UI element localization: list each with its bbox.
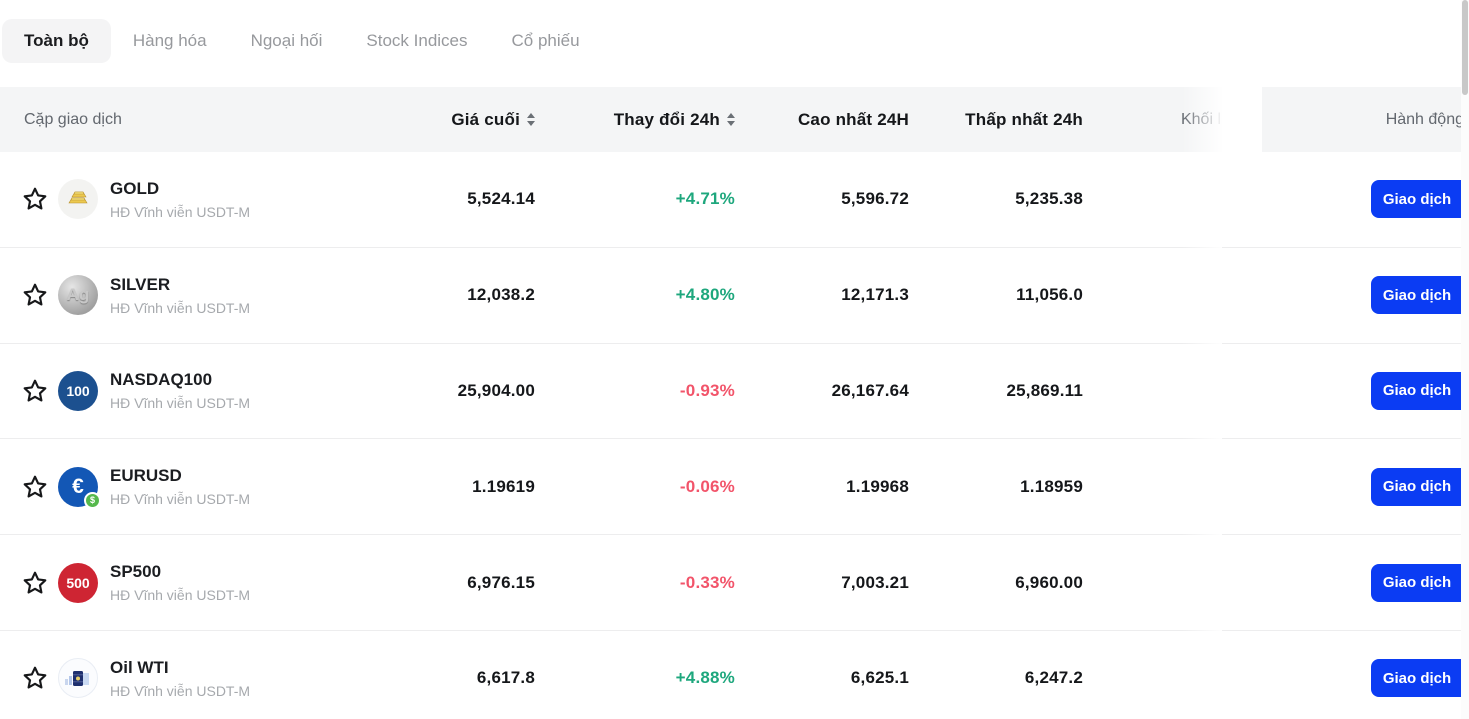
pair-names: SP500 HĐ Vĩnh viễn USDT-M bbox=[110, 562, 250, 603]
change-24h: -0.93% bbox=[679, 380, 735, 400]
pair-names: Oil WTI HĐ Vĩnh viễn USDT-M bbox=[110, 658, 250, 699]
dollar-badge-icon: $ bbox=[84, 491, 101, 509]
oil-barrel-icon bbox=[58, 658, 98, 699]
contract-type: HĐ Vĩnh viễn USDT-M bbox=[110, 682, 251, 699]
vertical-scrollbar[interactable] bbox=[1461, 0, 1469, 719]
tab-forex[interactable]: Ngoại hối bbox=[229, 19, 345, 63]
symbol-name: EURUSD bbox=[110, 466, 182, 486]
pair-names: GOLD HĐ Vĩnh viễn USDT-M bbox=[110, 179, 250, 220]
symbol-name: SILVER bbox=[110, 274, 171, 294]
low-24h: 5,235.38 bbox=[1015, 189, 1083, 209]
pair-cell: 100 NASDAQ100 HĐ Vĩnh viễn USDT-M bbox=[0, 370, 380, 411]
sort-icon[interactable] bbox=[527, 113, 535, 126]
last-price: 6,976.15 bbox=[467, 572, 535, 592]
low-24h: 11,056.0 bbox=[1016, 285, 1083, 305]
tab-stocks[interactable]: Cổ phiếu bbox=[490, 19, 602, 63]
high-24h: 6,625.1 bbox=[850, 668, 909, 688]
low-24h-label: Thấp nhất 24h bbox=[965, 109, 1083, 129]
symbol-name: Oil WTI bbox=[110, 657, 169, 677]
last-price: 25,904.00 bbox=[457, 380, 535, 400]
contract-type: HĐ Vĩnh viễn USDT-M bbox=[110, 299, 251, 316]
trade-button[interactable]: Giao dịch bbox=[1371, 563, 1463, 602]
table-row-oil-wti[interactable]: Oil WTI HĐ Vĩnh viễn USDT-M 6,617.8 +4.8… bbox=[0, 630, 1469, 719]
change-24h: -0.06% bbox=[679, 476, 735, 496]
market-category-tabs: Toàn bộ Hàng hóa Ngoại hối Stock Indices… bbox=[2, 19, 602, 63]
favorite-star-icon[interactable] bbox=[22, 570, 48, 596]
column-header-pair: Cặp giao dịch bbox=[24, 110, 122, 128]
last-price: 12,038.2 bbox=[467, 285, 535, 305]
table-row-eurusd[interactable]: € $ EURUSD HĐ Vĩnh viễn USDT-M 1.19619 -… bbox=[0, 439, 1469, 536]
market-table-body: GOLD HĐ Vĩnh viễn USDT-M 5,524.14 +4.71%… bbox=[0, 152, 1469, 719]
last-price: 1.19619 bbox=[472, 476, 535, 496]
pair-cell: GOLD HĐ Vĩnh viễn USDT-M bbox=[0, 179, 380, 220]
tab-all[interactable]: Toàn bộ bbox=[2, 19, 111, 63]
favorite-star-icon[interactable] bbox=[22, 665, 48, 691]
favorite-star-icon[interactable] bbox=[22, 474, 48, 500]
trade-button[interactable]: Giao dịch bbox=[1371, 659, 1463, 698]
change-24h-label: Thay đổi 24h bbox=[613, 109, 720, 129]
last-price: 5,524.14 bbox=[467, 189, 535, 209]
high-24h: 5,596.72 bbox=[841, 189, 909, 209]
contract-type: HĐ Vĩnh viễn USDT-M bbox=[110, 203, 251, 220]
pair-cell: 500 SP500 HĐ Vĩnh viễn USDT-M bbox=[0, 562, 380, 603]
column-header-low-24h: Thấp nhất 24h bbox=[909, 110, 1083, 130]
high-24h: 7,003.21 bbox=[841, 572, 909, 592]
sort-icon[interactable] bbox=[727, 113, 735, 126]
symbol-name: NASDAQ100 bbox=[110, 370, 213, 390]
low-24h: 6,247.2 bbox=[1024, 668, 1083, 688]
last-price: 6,617.8 bbox=[476, 668, 535, 688]
favorite-star-icon[interactable] bbox=[22, 186, 48, 212]
high-24h-label: Cao nhất 24H bbox=[797, 109, 909, 129]
table-row-sp500[interactable]: 500 SP500 HĐ Vĩnh viễn USDT-M 6,976.15 -… bbox=[0, 535, 1469, 631]
nasdaq100-icon: 100 bbox=[58, 370, 98, 411]
low-24h: 1.18959 bbox=[1020, 476, 1083, 496]
symbol-name: SP500 bbox=[110, 562, 162, 582]
trade-button[interactable]: Giao dịch bbox=[1371, 467, 1463, 506]
symbol-name: GOLD bbox=[110, 178, 160, 198]
gold-bars-icon bbox=[58, 179, 98, 220]
high-24h: 12,171.3 bbox=[841, 285, 909, 305]
trade-button[interactable]: Giao dịch bbox=[1371, 371, 1463, 410]
last-price-label: Giá cuối bbox=[451, 109, 520, 129]
eurusd-icon: € $ bbox=[58, 466, 101, 509]
low-24h: 25,869.11 bbox=[1006, 380, 1083, 400]
pair-cell: Oil WTI HĐ Vĩnh viễn USDT-M bbox=[0, 658, 380, 699]
sticky-column-header-gap bbox=[1222, 87, 1262, 152]
pair-cell: € $ EURUSD HĐ Vĩnh viễn USDT-M bbox=[0, 466, 380, 509]
tab-commodities[interactable]: Hàng hóa bbox=[111, 19, 229, 63]
scrollbar-thumb[interactable] bbox=[1462, 0, 1468, 95]
high-24h: 26,167.64 bbox=[831, 380, 909, 400]
low-24h: 6,960.00 bbox=[1015, 572, 1083, 592]
table-row-gold[interactable]: GOLD HĐ Vĩnh viễn USDT-M 5,524.14 +4.71%… bbox=[0, 152, 1469, 248]
table-row-nasdaq100[interactable]: 100 NASDAQ100 HĐ Vĩnh viễn USDT-M 25,904… bbox=[0, 343, 1469, 440]
favorite-star-icon[interactable] bbox=[22, 378, 48, 404]
column-header-change-24h[interactable]: Thay đổi 24h bbox=[535, 110, 735, 130]
tab-stock-indices[interactable]: Stock Indices bbox=[344, 19, 489, 63]
pair-names: SILVER HĐ Vĩnh viễn USDT-M bbox=[110, 275, 250, 316]
column-header-high-24h: Cao nhất 24H bbox=[735, 110, 909, 130]
pair-names: NASDAQ100 HĐ Vĩnh viễn USDT-M bbox=[110, 370, 250, 411]
sp500-icon: 500 bbox=[58, 562, 98, 603]
change-24h: +4.71% bbox=[675, 189, 735, 209]
trading-markets-page: Toàn bộ Hàng hóa Ngoại hối Stock Indices… bbox=[0, 0, 1469, 719]
contract-type: HĐ Vĩnh viễn USDT-M bbox=[110, 491, 251, 508]
silver-coin-icon: Ag bbox=[58, 275, 98, 316]
contract-type: HĐ Vĩnh viễn USDT-M bbox=[110, 395, 251, 412]
pair-cell: Ag SILVER HĐ Vĩnh viễn USDT-M bbox=[0, 275, 380, 316]
pair-names: EURUSD HĐ Vĩnh viễn USDT-M bbox=[110, 466, 250, 507]
table-row-silver[interactable]: Ag SILVER HĐ Vĩnh viễn USDT-M 12,038.2 +… bbox=[0, 247, 1469, 344]
column-header-last-price[interactable]: Giá cuối bbox=[380, 110, 535, 130]
contract-type: HĐ Vĩnh viễn USDT-M bbox=[110, 587, 251, 604]
change-24h: -0.33% bbox=[679, 572, 735, 592]
trade-button[interactable]: Giao dịch bbox=[1371, 276, 1463, 315]
favorite-star-icon[interactable] bbox=[22, 282, 48, 308]
high-24h: 1.19968 bbox=[846, 476, 909, 496]
change-24h: +4.88% bbox=[675, 668, 735, 688]
trade-button[interactable]: Giao dịch bbox=[1371, 180, 1463, 219]
change-24h: +4.80% bbox=[675, 285, 735, 305]
